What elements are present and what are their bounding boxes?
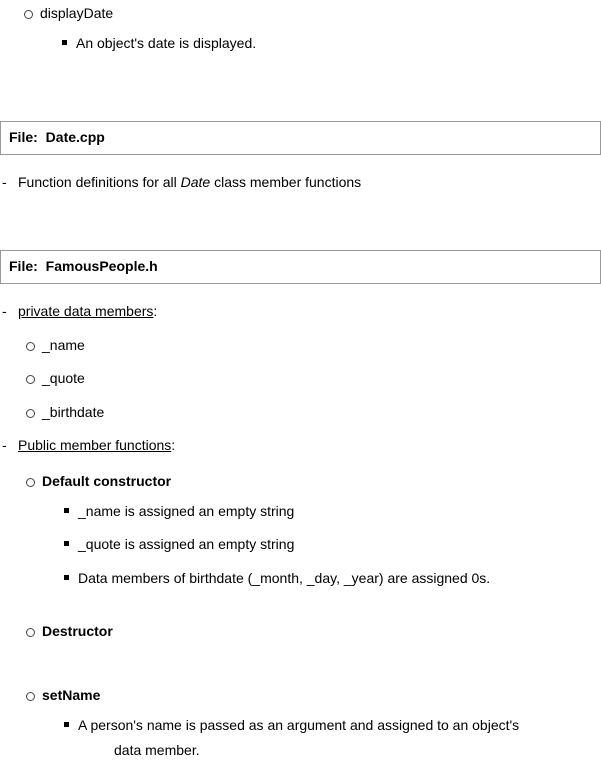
public-heading: Public member functions (18, 437, 171, 453)
file-box-date-cpp: File: Date.cpp (0, 121, 601, 155)
dtor-title: Destructor (42, 623, 113, 639)
setname-func: setName A person's name is passed as an … (26, 686, 601, 761)
destructor: Destructor (26, 622, 601, 642)
ctor-title: Default constructor (42, 473, 171, 489)
ctor-line3: Data members of birthdate (_month, _day,… (64, 569, 601, 589)
file-name: Date.cpp (46, 129, 105, 145)
func-desc: An object's date is displayed. (62, 34, 601, 54)
private-heading: private data members (18, 303, 153, 319)
public-functions-section: Public member functions: Default constru… (14, 436, 601, 760)
member-name: _name (26, 336, 601, 356)
file1-desc-prefix: Function definitions for all (18, 174, 181, 190)
ctor-line2: _quote is assigned an empty string (64, 535, 601, 555)
func-display-date: displayDate An object's date is displaye… (24, 4, 601, 53)
file1-desc: Function definitions for all Date class … (14, 173, 601, 193)
ctor-line1: _name is assigned an empty string (64, 502, 601, 522)
func-name: displayDate (40, 5, 113, 21)
file-label: File: (9, 258, 38, 274)
file-name: FamousPeople.h (46, 258, 158, 274)
file1-desc-ital: Date (181, 174, 211, 190)
private-members-section: private data members: _name _quote _birt… (14, 302, 601, 422)
member-quote: _quote (26, 369, 601, 389)
file1-desc-suffix: class member functions (210, 174, 361, 190)
setname-desc: A person's name is passed as an argument… (64, 716, 601, 761)
default-constructor: Default constructor _name is assigned an… (26, 472, 601, 588)
member-birthdate: _birthdate (26, 403, 601, 423)
setname-title: setName (42, 687, 100, 703)
setname-desc-l1b: data member. (78, 741, 601, 761)
setname-desc-l1: A person's name is passed as an argument… (78, 717, 519, 733)
file-label: File: (9, 129, 38, 145)
file-box-famouspeople-h: File: FamousPeople.h (0, 250, 601, 284)
